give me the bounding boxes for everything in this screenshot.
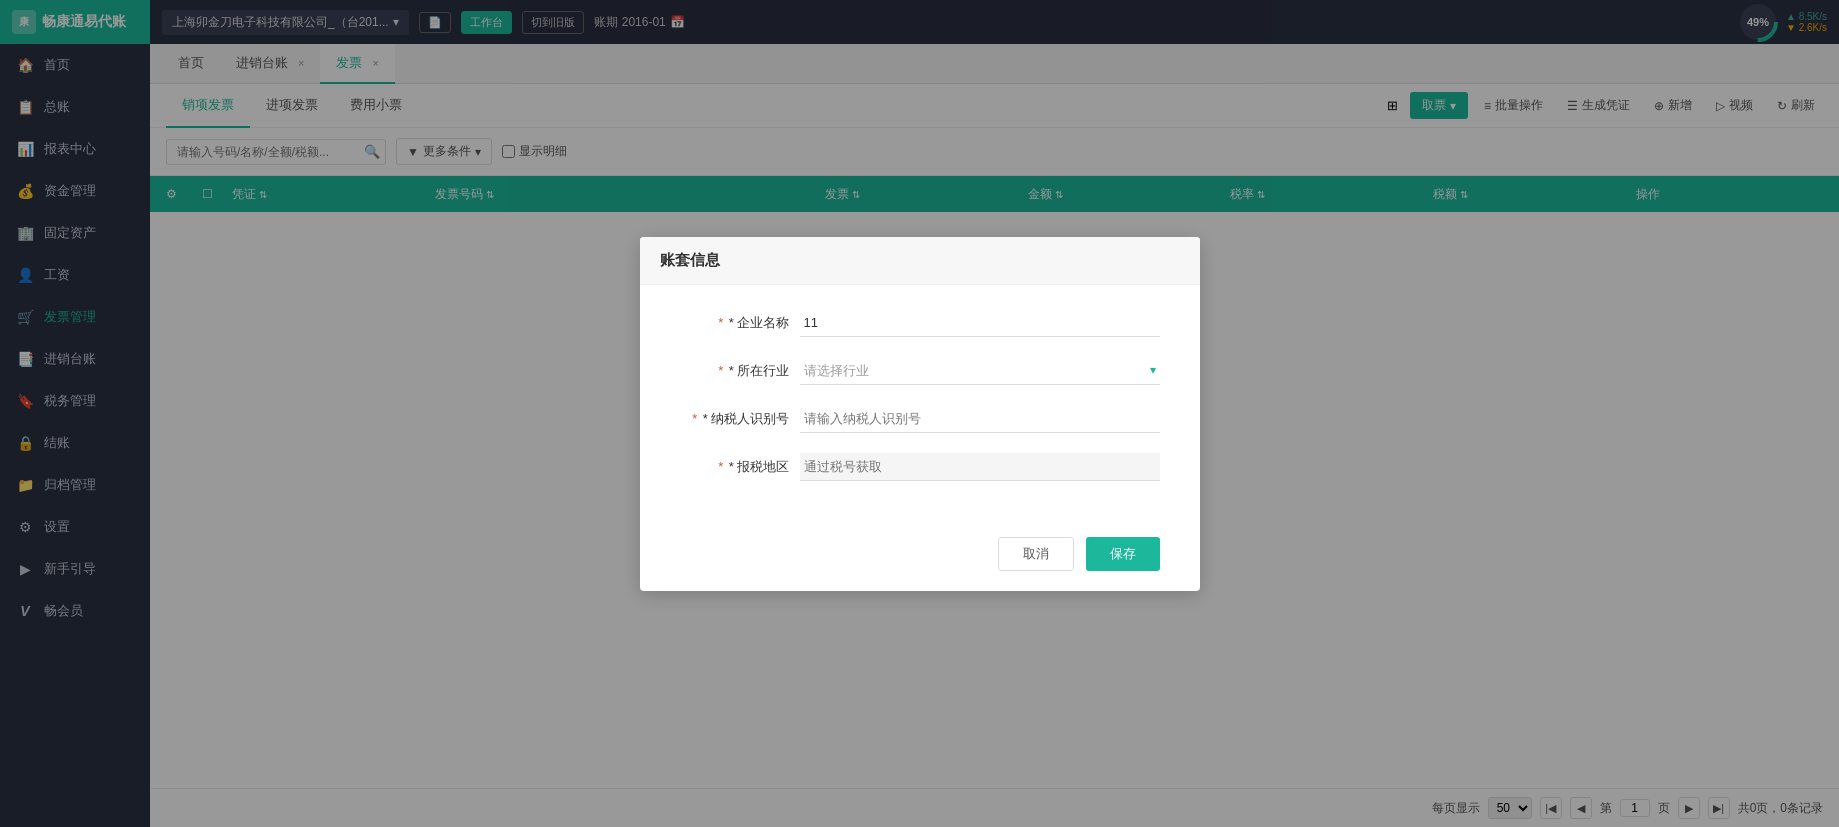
tax-region-input [800, 453, 1160, 481]
required-marker: * [718, 315, 723, 330]
dialog-footer: 取消 保存 [640, 525, 1200, 591]
dialog-overlay[interactable]: 账套信息 * * 企业名称 * * 所在行业 请选择行业 [0, 0, 1839, 827]
company-name-input[interactable] [800, 309, 1160, 337]
company-name-label: * * 企业名称 [680, 314, 800, 332]
industry-row: * * 所在行业 请选择行业 ▾ [680, 357, 1160, 385]
tax-region-label: * * 报税地区 [680, 458, 800, 476]
account-info-dialog: 账套信息 * * 企业名称 * * 所在行业 请选择行业 [640, 237, 1200, 591]
save-button[interactable]: 保存 [1086, 537, 1160, 571]
tax-id-row: * * 纳税人识别号 [680, 405, 1160, 433]
required-marker: * [692, 411, 697, 426]
tax-id-input[interactable] [800, 405, 1160, 433]
cancel-button[interactable]: 取消 [998, 537, 1074, 571]
company-name-row: * * 企业名称 [680, 309, 1160, 337]
required-marker: * [718, 459, 723, 474]
tax-id-label: * * 纳税人识别号 [680, 410, 800, 428]
industry-select[interactable]: 请选择行业 [800, 357, 1160, 384]
industry-select-wrap: 请选择行业 ▾ [800, 357, 1160, 385]
required-marker: * [718, 363, 723, 378]
dialog-body: * * 企业名称 * * 所在行业 请选择行业 ▾ [640, 285, 1200, 525]
tax-region-row: * * 报税地区 [680, 453, 1160, 481]
dialog-title: 账套信息 [640, 237, 1200, 285]
industry-label: * * 所在行业 [680, 362, 800, 380]
